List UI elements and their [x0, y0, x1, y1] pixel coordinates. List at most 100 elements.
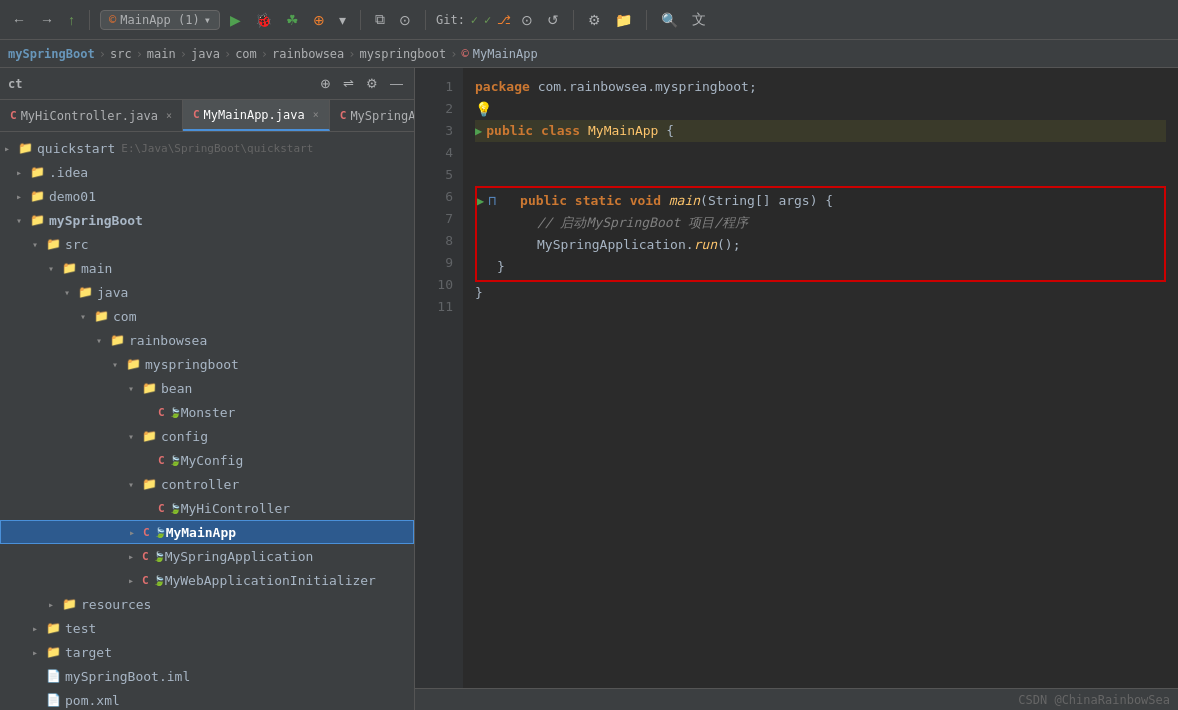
tree-item-config[interactable]: ▾ 📁 config — [0, 424, 414, 448]
method-main: main — [669, 193, 700, 208]
tree-item-monster[interactable]: C 🍃 Monster — [0, 400, 414, 424]
arrow-myspringapplication: ▸ — [128, 551, 142, 562]
tree-item-test[interactable]: ▸ 📁 test — [0, 616, 414, 640]
code-editor[interactable]: 1 2 3 4 5 6 7 8 9 10 11 package com.rain… — [415, 68, 1178, 688]
folder-controller-icon: 📁 — [142, 477, 157, 491]
spring-icon-monster: 🍃 — [169, 407, 181, 418]
code-content[interactable]: package com.rainbowsea.myspringboot; 💡 ▶… — [463, 68, 1178, 688]
sync-button[interactable]: ⇌ — [340, 75, 357, 92]
tree-item-myconfig[interactable]: C 🍃 MyConfig — [0, 448, 414, 472]
arrow-myspringboot-pkg: ▾ — [112, 359, 126, 370]
tree-item-demo01[interactable]: ▸ 📁 demo01 — [0, 184, 414, 208]
tree-item-mymainapp[interactable]: ▸ C 🍃 MyMainApp — [0, 520, 414, 544]
translate-button[interactable]: 文 — [688, 9, 710, 31]
separator-5 — [646, 10, 647, 30]
breadcrumb-java[interactable]: java — [191, 47, 220, 61]
kw-public-6: public — [520, 193, 567, 208]
breadcrumb-mymainapp[interactable]: MyMainApp — [473, 47, 538, 61]
folder-target-icon: 📁 — [46, 645, 61, 659]
tree-item-controller[interactable]: ▾ 📁 controller — [0, 472, 414, 496]
tools-button[interactable]: ⊙ — [395, 10, 415, 30]
brace-open-3: { — [666, 120, 674, 142]
folder-demo01-icon: 📁 — [30, 189, 45, 203]
tab-myspringapplication[interactable]: C MySpringApplication.java × — [330, 100, 414, 131]
dropdown-icon: ▾ — [204, 13, 211, 27]
tree-item-resources[interactable]: ▸ 📁 resources — [0, 592, 414, 616]
semicolon-1: ; — [749, 76, 757, 98]
tree-item-java[interactable]: ▾ 📁 java — [0, 280, 414, 304]
debug-button[interactable]: 🐞 — [251, 10, 276, 30]
search-button[interactable]: 🔍 — [657, 10, 682, 30]
tree-item-bean[interactable]: ▾ 📁 bean — [0, 376, 414, 400]
breadcrumb-src[interactable]: src — [110, 47, 132, 61]
rainbowsea-label: rainbowsea — [129, 333, 207, 348]
highlight-box: ▶ ⊓ public static void main(String[] arg… — [475, 186, 1166, 282]
add-button[interactable]: ⊕ — [317, 75, 334, 92]
tab-myhicontroller[interactable]: C MyHiController.java × — [0, 100, 183, 131]
back-button[interactable]: ← — [8, 10, 30, 30]
more-run-button[interactable]: ▾ — [335, 10, 350, 30]
run-button[interactable]: ▶ — [226, 10, 245, 30]
folder-button[interactable]: 📁 — [611, 10, 636, 30]
folder-myspringboot-pkg-icon: 📁 — [126, 357, 141, 371]
tree-item-myhicontroller[interactable]: C 🍃 MyHiController — [0, 496, 414, 520]
code-indent-7: // 启动MySpringBoot 项目/程序 — [477, 212, 748, 234]
breadcrumb-rainbowsea[interactable]: rainbowsea — [272, 47, 344, 61]
git-rollback[interactable]: ↺ — [543, 10, 563, 30]
tree-item-myspringapplication[interactable]: ▸ C 🍃 MySpringApplication — [0, 544, 414, 568]
breadcrumb-main[interactable]: main — [147, 47, 176, 61]
breadcrumb-myspringboot[interactable]: mySpringBoot — [8, 47, 95, 61]
tree-item-pom[interactable]: 📄 pom.xml — [0, 688, 414, 710]
myspringboot-pkg-label: myspringboot — [145, 357, 239, 372]
folder-quickstart-icon: 📁 — [18, 141, 33, 155]
run-config-selector[interactable]: © MainApp (1) ▾ — [100, 10, 220, 30]
vcs-button[interactable]: ⧉ — [371, 9, 389, 30]
tree-item-mywebappinitializer[interactable]: ▸ C 🍃 MyWebApplicationInitializer — [0, 568, 414, 592]
method-run: run — [694, 237, 717, 252]
kw-void: void — [630, 193, 661, 208]
code-line-3: ▶ public class MyMainApp { — [475, 120, 1166, 142]
config-label: config — [161, 429, 208, 444]
folder-bean-icon: 📁 — [142, 381, 157, 395]
folder-src-icon: 📁 — [46, 237, 61, 251]
forward-button[interactable]: → — [36, 10, 58, 30]
tab-close-1[interactable]: × — [166, 110, 172, 121]
brace-close-10: } — [475, 282, 483, 304]
breadcrumb-com[interactable]: com — [235, 47, 257, 61]
tab-mymainapp[interactable]: C MyMainApp.java × — [183, 100, 330, 131]
c-icon-mywebappinitializer: C — [142, 574, 149, 587]
tree-item-rainbowsea[interactable]: ▾ 📁 rainbowsea — [0, 328, 414, 352]
code-line-11 — [475, 304, 1166, 326]
tree-item-quickstart[interactable]: ▸ 📁 quickstart E:\Java\SpringBoot\quicks… — [0, 136, 414, 160]
myconfig-label: MyConfig — [181, 453, 244, 468]
git-history[interactable]: ⊙ — [517, 10, 537, 30]
tree-item-myspringboot-pkg[interactable]: ▾ 📁 myspringboot — [0, 352, 414, 376]
up-button[interactable]: ↑ — [64, 10, 79, 30]
arrow-mymainapp: ▸ — [129, 527, 143, 538]
kw-public-3: public — [486, 120, 533, 142]
tree-item-myspringboot[interactable]: ▾ 📁 mySpringBoot — [0, 208, 414, 232]
breadcrumb-myspringboot-pkg[interactable]: myspringboot — [360, 47, 447, 61]
collapse-button[interactable]: — — [387, 75, 406, 92]
settings-button[interactable]: ⚙ — [584, 10, 605, 30]
git-branch[interactable]: ⎇ — [497, 13, 511, 27]
tree-item-com[interactable]: ▾ 📁 com — [0, 304, 414, 328]
run-arrow-6: ▶ — [477, 190, 484, 212]
coverage-button[interactable]: ☘ — [282, 10, 303, 30]
tree-item-iml[interactable]: 📄 mySpringBoot.iml — [0, 664, 414, 688]
c-icon-myspringapplication: C — [142, 550, 149, 563]
editor-tabs: C MyHiController.java × C MyMainApp.java… — [0, 100, 414, 132]
folder-main-icon: 📁 — [62, 261, 77, 275]
profile-button[interactable]: ⊕ — [309, 10, 329, 30]
run-arrow-3: ▶ — [475, 120, 482, 142]
tree-item-idea[interactable]: ▸ 📁 .idea — [0, 160, 414, 184]
code-line-10: } — [475, 282, 1166, 304]
tree-item-main[interactable]: ▾ 📁 main — [0, 256, 414, 280]
tree-item-target[interactable]: ▸ 📁 target — [0, 640, 414, 664]
tab-close-2[interactable]: × — [313, 109, 319, 120]
tab-myhicontroller-label: MyHiController.java — [21, 109, 158, 123]
tree-item-src[interactable]: ▾ 📁 src — [0, 232, 414, 256]
quickstart-path: E:\Java\SpringBoot\quickstart — [121, 142, 313, 155]
gear-button[interactable]: ⚙ — [363, 75, 381, 92]
code-line-1: package com.rainbowsea.myspringboot; — [475, 76, 1166, 98]
